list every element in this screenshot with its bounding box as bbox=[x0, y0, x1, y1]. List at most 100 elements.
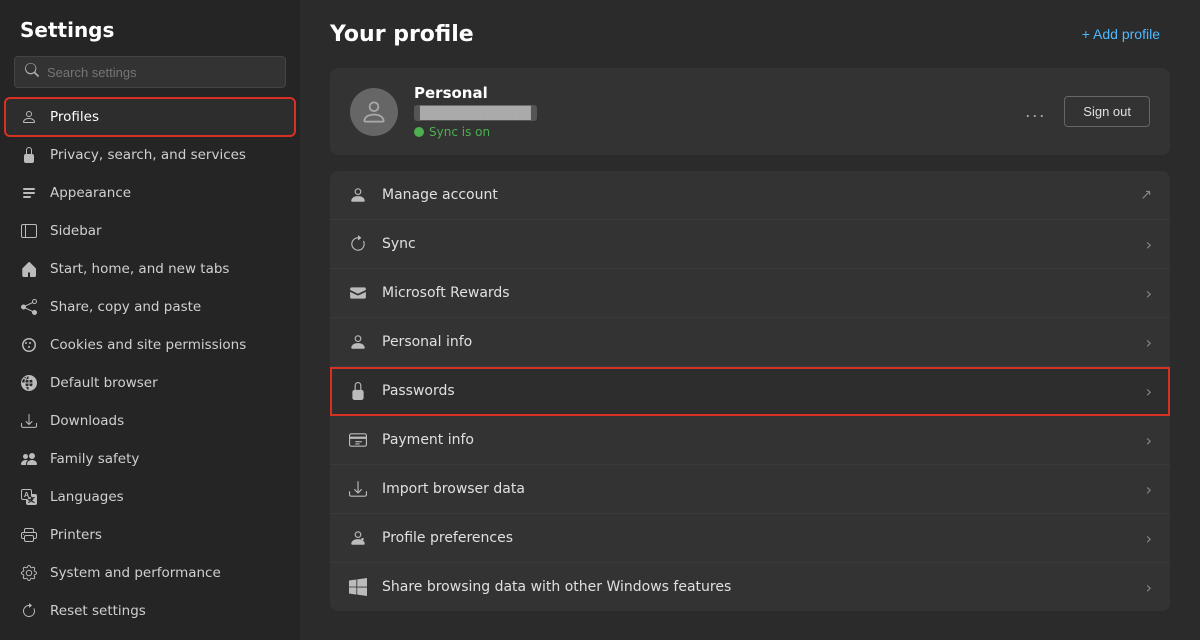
sidebar-item-label-reset: Reset settings bbox=[50, 603, 146, 619]
privacy-icon bbox=[20, 146, 38, 164]
payment-label: Payment info bbox=[382, 432, 1132, 448]
chevron-icon-payment: › bbox=[1146, 431, 1152, 450]
sync-dot bbox=[414, 127, 424, 137]
profile-email: ████████████ bbox=[414, 105, 537, 121]
sign-out-button[interactable]: Sign out bbox=[1064, 96, 1150, 127]
sidebar-item-label-share: Share, copy and paste bbox=[50, 299, 201, 315]
manage-account-label: Manage account bbox=[382, 187, 1126, 203]
sidebar-item-start-home[interactable]: Start, home, and new tabs bbox=[6, 251, 294, 287]
settings-item-rewards[interactable]: Microsoft Rewards › bbox=[330, 269, 1170, 318]
downloads-icon bbox=[20, 412, 38, 430]
rewards-icon bbox=[348, 283, 368, 303]
passwords-label: Passwords bbox=[382, 383, 1132, 399]
more-options-button[interactable]: ... bbox=[1017, 97, 1054, 126]
sidebar-item-label-privacy: Privacy, search, and services bbox=[50, 147, 246, 163]
page-title: Your profile bbox=[330, 22, 474, 47]
manage-account-icon bbox=[348, 185, 368, 205]
personal-info-icon bbox=[348, 332, 368, 352]
rewards-label: Microsoft Rewards bbox=[382, 285, 1132, 301]
sync-status: Sync is on bbox=[414, 125, 1001, 139]
sidebar-item-label-downloads: Downloads bbox=[50, 413, 124, 429]
sidebar-item-label-printers: Printers bbox=[50, 527, 102, 543]
sidebar-item-label-family: Family safety bbox=[50, 451, 139, 467]
personal-info-label: Personal info bbox=[382, 334, 1132, 350]
search-box[interactable] bbox=[14, 56, 286, 88]
chevron-icon-personal: › bbox=[1146, 333, 1152, 352]
sidebar-item-label-default: Default browser bbox=[50, 375, 158, 391]
sidebar-item-label-system: System and performance bbox=[50, 565, 221, 581]
profile-name: Personal bbox=[414, 84, 1001, 102]
appearance-icon bbox=[20, 184, 38, 202]
sidebar-item-sidebar[interactable]: Sidebar bbox=[6, 213, 294, 249]
cookies-icon bbox=[20, 336, 38, 354]
sidebar-item-label-sidebar: Sidebar bbox=[50, 223, 102, 239]
sidebar-item-label-languages: Languages bbox=[50, 489, 124, 505]
languages-icon bbox=[20, 488, 38, 506]
settings-item-payment[interactable]: Payment info › bbox=[330, 416, 1170, 465]
sidebar-item-languages[interactable]: Languages bbox=[6, 479, 294, 515]
page-header: Your profile + Add profile bbox=[330, 20, 1170, 48]
add-profile-label: + Add profile bbox=[1082, 26, 1160, 42]
sync-icon bbox=[348, 234, 368, 254]
sidebar-item-profiles[interactable]: Profiles bbox=[6, 99, 294, 135]
add-profile-button[interactable]: + Add profile bbox=[1072, 20, 1170, 48]
search-input[interactable] bbox=[47, 65, 275, 80]
sidebar-item-default-browser[interactable]: Default browser bbox=[6, 365, 294, 401]
windows-icon bbox=[348, 577, 368, 597]
profile-prefs-icon bbox=[348, 528, 368, 548]
family-icon bbox=[20, 450, 38, 468]
search-icon bbox=[25, 63, 39, 81]
sidebar-item-reset[interactable]: Reset settings bbox=[6, 593, 294, 629]
sidebar-item-downloads[interactable]: Downloads bbox=[6, 403, 294, 439]
reset-icon bbox=[20, 602, 38, 620]
sync-label-item: Sync bbox=[382, 236, 1132, 252]
sidebar-item-system[interactable]: System and performance bbox=[6, 555, 294, 591]
sidebar-item-appearance[interactable]: Appearance bbox=[6, 175, 294, 211]
settings-item-profile-prefs[interactable]: Profile preferences › bbox=[330, 514, 1170, 563]
profile-actions: ... Sign out bbox=[1017, 96, 1150, 127]
settings-item-personal-info[interactable]: Personal info › bbox=[330, 318, 1170, 367]
settings-item-import[interactable]: Import browser data › bbox=[330, 465, 1170, 514]
settings-item-passwords[interactable]: Passwords › bbox=[330, 367, 1170, 416]
profile-prefs-label: Profile preferences bbox=[382, 530, 1132, 546]
settings-title: Settings bbox=[0, 0, 300, 56]
sidebar-item-cookies[interactable]: Cookies and site permissions bbox=[6, 327, 294, 363]
sidebar-item-label-cookies: Cookies and site permissions bbox=[50, 337, 246, 353]
sidebar-icon bbox=[20, 222, 38, 240]
profile-card: Personal ████████████ Sync is on ... Sig… bbox=[330, 68, 1170, 155]
sidebar-item-phone[interactable]: Phone and other devices bbox=[6, 631, 294, 640]
browser-icon bbox=[20, 374, 38, 392]
settings-item-share-browsing[interactable]: Share browsing data with other Windows f… bbox=[330, 563, 1170, 611]
settings-item-sync[interactable]: Sync › bbox=[330, 220, 1170, 269]
payment-icon bbox=[348, 430, 368, 450]
settings-list: Manage account ↗ Sync › Microsoft Reward… bbox=[330, 171, 1170, 611]
sync-label: Sync is on bbox=[429, 125, 490, 139]
sidebar-item-privacy[interactable]: Privacy, search, and services bbox=[6, 137, 294, 173]
profiles-icon bbox=[20, 108, 38, 126]
sidebar-item-family[interactable]: Family safety bbox=[6, 441, 294, 477]
chevron-icon-sync: › bbox=[1146, 235, 1152, 254]
sidebar-item-label-profiles: Profiles bbox=[50, 109, 99, 125]
chevron-icon-import: › bbox=[1146, 480, 1152, 499]
printers-icon bbox=[20, 526, 38, 544]
system-icon bbox=[20, 564, 38, 582]
settings-item-manage-account[interactable]: Manage account ↗ bbox=[330, 171, 1170, 220]
sidebar-item-label-start: Start, home, and new tabs bbox=[50, 261, 229, 277]
chevron-icon-profile-prefs: › bbox=[1146, 529, 1152, 548]
profile-info: Personal ████████████ Sync is on bbox=[414, 84, 1001, 139]
chevron-icon-rewards: › bbox=[1146, 284, 1152, 303]
external-link-icon: ↗ bbox=[1140, 187, 1152, 203]
passwords-icon bbox=[348, 381, 368, 401]
home-icon bbox=[20, 260, 38, 278]
import-icon bbox=[348, 479, 368, 499]
sidebar-item-printers[interactable]: Printers bbox=[6, 517, 294, 553]
import-label: Import browser data bbox=[382, 481, 1132, 497]
avatar bbox=[350, 88, 398, 136]
chevron-icon-passwords: › bbox=[1146, 382, 1152, 401]
share-icon bbox=[20, 298, 38, 316]
main-content: Your profile + Add profile Personal ████… bbox=[300, 0, 1200, 640]
sidebar-item-label-appearance: Appearance bbox=[50, 185, 131, 201]
share-browsing-label: Share browsing data with other Windows f… bbox=[382, 579, 1132, 595]
sidebar-item-share-copy[interactable]: Share, copy and paste bbox=[6, 289, 294, 325]
chevron-icon-share: › bbox=[1146, 578, 1152, 597]
